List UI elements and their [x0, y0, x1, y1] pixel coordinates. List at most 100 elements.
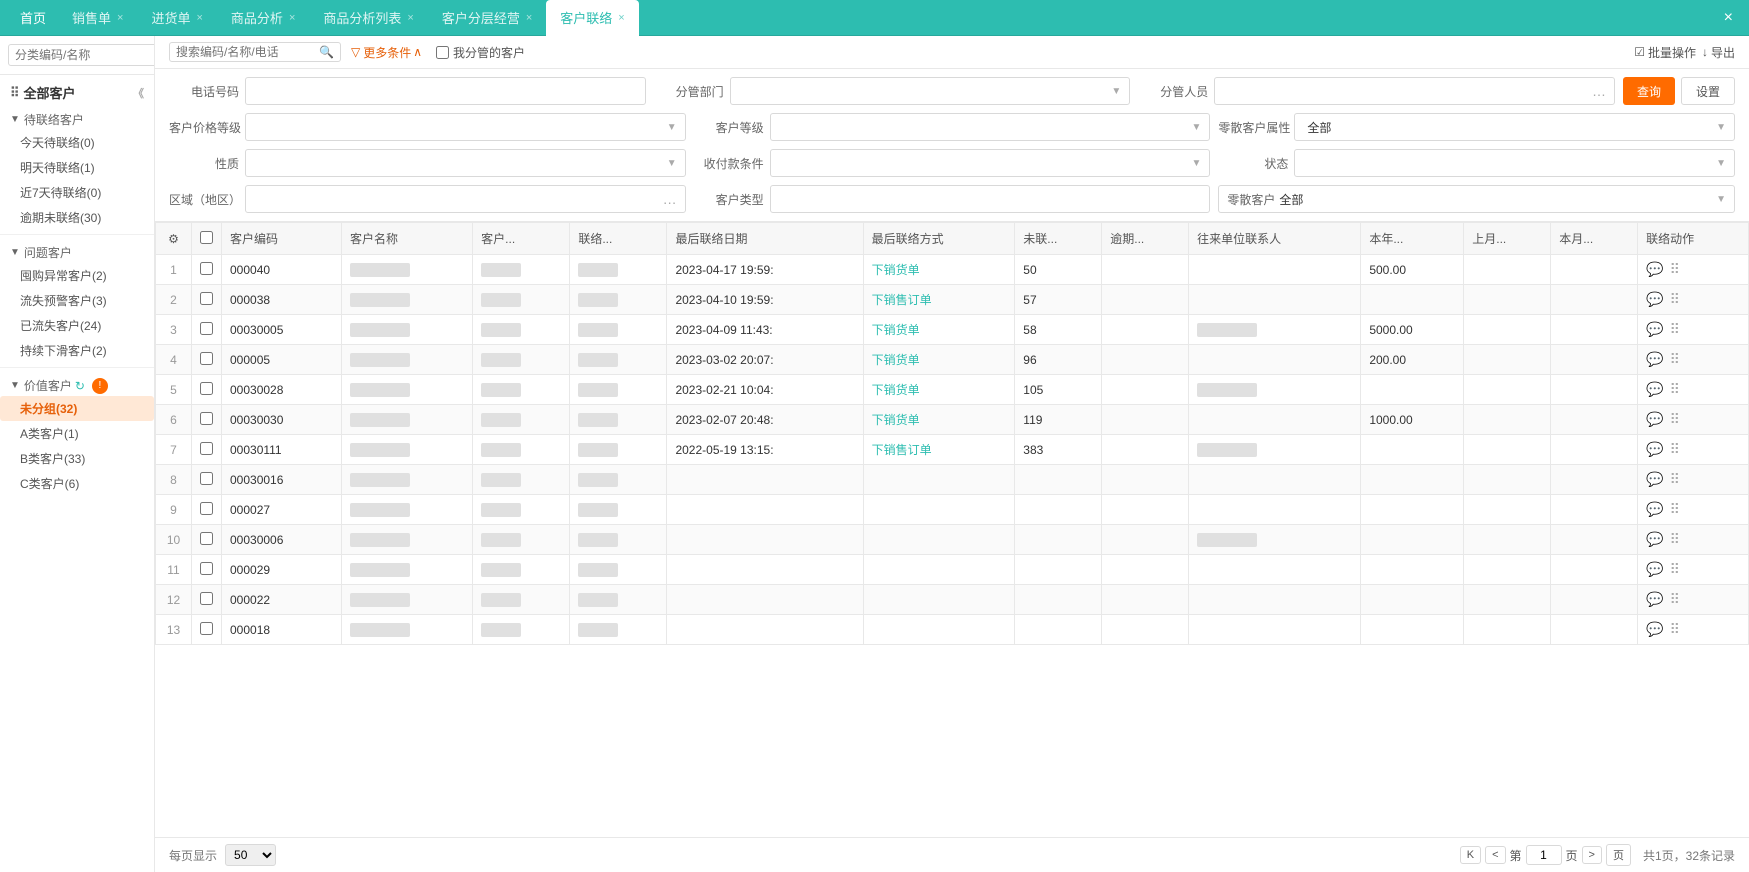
problem-customer-group[interactable]: ▼ 问题客户	[0, 239, 154, 263]
menu-icon[interactable]: ⠿	[1670, 381, 1680, 398]
chat-icon[interactable]: 💬	[1646, 411, 1663, 428]
row-checkbox[interactable]	[200, 352, 213, 365]
menu-icon[interactable]: ⠿	[1670, 411, 1680, 428]
chat-icon[interactable]: 💬	[1646, 441, 1663, 458]
manager-select[interactable]: …	[1214, 77, 1615, 105]
batch-op-button[interactable]: ☑ 批量操作	[1634, 44, 1696, 61]
chat-icon[interactable]: 💬	[1646, 291, 1663, 308]
query-button[interactable]: 查询	[1623, 77, 1675, 105]
chat-icon[interactable]: 💬	[1646, 351, 1663, 368]
row-checkbox[interactable]	[200, 442, 213, 455]
last-way-link[interactable]: 下销货单	[872, 413, 920, 427]
tab-product-analysis-close[interactable]: ×	[289, 12, 295, 24]
tab-sales-close[interactable]: ×	[117, 12, 123, 24]
menu-icon[interactable]: ⠿	[1670, 471, 1680, 488]
sidebar-item-b[interactable]: B类客户(33)	[0, 446, 154, 471]
my-customers-checkbox[interactable]	[436, 46, 449, 59]
sidebar-search-input[interactable]	[8, 44, 155, 66]
tab-purchase-close[interactable]: ×	[196, 12, 202, 24]
last-way-link[interactable]: 下销货单	[872, 353, 920, 367]
tab-close-all[interactable]: ×	[1716, 9, 1741, 27]
menu-icon[interactable]: ⠿	[1670, 351, 1680, 368]
tab-product-analysis[interactable]: 商品分析 ×	[217, 0, 309, 36]
tab-customer-tier-close[interactable]: ×	[526, 12, 532, 24]
row-checkbox[interactable]	[200, 292, 213, 305]
chat-icon[interactable]: 💬	[1646, 381, 1663, 398]
last-way-link[interactable]: 下销售订单	[872, 293, 932, 307]
tab-product-analysis-list-close[interactable]: ×	[407, 12, 413, 24]
menu-icon[interactable]: ⠿	[1670, 501, 1680, 518]
col-checkbox-all[interactable]	[192, 223, 222, 255]
phone-input[interactable]	[245, 77, 646, 105]
sidebar-item-overdue[interactable]: 逾期未联络(30)	[0, 205, 154, 230]
refresh-icon[interactable]: ↻	[75, 379, 89, 393]
chat-icon[interactable]: 💬	[1646, 501, 1663, 518]
dept-select[interactable]: ▼	[730, 77, 1131, 105]
pending-contact-group[interactable]: ▼ 待联络客户	[0, 106, 154, 130]
sidebar-item-lost[interactable]: 已流失客户(24)	[0, 313, 154, 338]
chat-icon[interactable]: 💬	[1646, 471, 1663, 488]
chat-icon[interactable]: 💬	[1646, 261, 1663, 278]
region-select[interactable]: …	[245, 185, 686, 213]
last-way-link[interactable]: 下销货单	[872, 383, 920, 397]
export-button[interactable]: ↓ 导出	[1702, 44, 1735, 61]
gender-select[interactable]: ▼	[245, 149, 686, 177]
menu-icon[interactable]: ⠿	[1670, 561, 1680, 578]
tab-sales[interactable]: 销售单 ×	[58, 0, 137, 36]
chat-icon[interactable]: 💬	[1646, 321, 1663, 338]
tab-purchase[interactable]: 进货单 ×	[137, 0, 216, 36]
row-checkbox[interactable]	[200, 322, 213, 335]
next-page-btn[interactable]: >	[1582, 846, 1602, 864]
select-all-checkbox[interactable]	[200, 231, 213, 244]
last-way-link[interactable]: 下销货单	[872, 323, 920, 337]
per-page-select[interactable]: 50 20 100	[225, 844, 276, 866]
price-level-select[interactable]: ▼	[245, 113, 686, 141]
tab-customer-contact-close[interactable]: ×	[618, 12, 624, 24]
sidebar-item-tomorrow[interactable]: 明天待联络(1)	[0, 155, 154, 180]
sidebar-all-customers[interactable]: ⠿ 全部客户 《	[0, 75, 154, 106]
payment-select[interactable]: ▼	[770, 149, 1211, 177]
prev-page-btn[interactable]: <	[1485, 846, 1505, 864]
menu-icon[interactable]: ⠿	[1670, 321, 1680, 338]
sidebar-item-near7[interactable]: 近7天待联络(0)	[0, 180, 154, 205]
row-checkbox[interactable]	[200, 382, 213, 395]
sidebar-item-abnormal[interactable]: 囤购异常客户(2)	[0, 263, 154, 288]
retail-attr-select[interactable]: 全部 ▼	[1294, 113, 1735, 141]
menu-icon[interactable]: ⠿	[1670, 261, 1680, 278]
search-button-icon[interactable]: 🔍	[319, 45, 334, 59]
first-page-btn[interactable]: K	[1460, 846, 1481, 864]
sidebar-item-persistent[interactable]: 持续下滑客户(2)	[0, 338, 154, 363]
row-checkbox[interactable]	[200, 532, 213, 545]
last-way-link[interactable]: 下销货单	[872, 263, 920, 277]
row-checkbox[interactable]	[200, 262, 213, 275]
row-checkbox[interactable]	[200, 622, 213, 635]
search-input[interactable]	[176, 45, 316, 59]
more-conditions-btn[interactable]: ▽ 更多条件 ∧	[351, 44, 422, 61]
chat-icon[interactable]: 💬	[1646, 591, 1663, 608]
menu-icon[interactable]: ⠿	[1670, 531, 1680, 548]
row-checkbox[interactable]	[200, 592, 213, 605]
cust-type-select[interactable]	[770, 185, 1211, 213]
cust-level-select[interactable]: ▼	[770, 113, 1211, 141]
reset-button[interactable]: 设置	[1681, 77, 1735, 105]
sidebar-item-c[interactable]: C类客户(6)	[0, 471, 154, 496]
row-checkbox[interactable]	[200, 472, 213, 485]
tab-customer-contact[interactable]: 客户联络 ×	[546, 0, 638, 36]
col-gear[interactable]: ⚙	[156, 223, 192, 255]
sidebar-item-a[interactable]: A类客户(1)	[0, 421, 154, 446]
sidebar-item-churn-risk[interactable]: 流失预警客户(3)	[0, 288, 154, 313]
value-customer-group[interactable]: ▼ 价值客户 ↻ !	[0, 372, 154, 396]
chat-icon[interactable]: 💬	[1646, 531, 1663, 548]
tab-product-analysis-list[interactable]: 商品分析列表 ×	[309, 0, 427, 36]
retail-select[interactable]: 零散客户 全部 ▼	[1218, 185, 1735, 213]
menu-icon[interactable]: ⠿	[1670, 621, 1680, 638]
last-way-link[interactable]: 下销售订单	[872, 443, 932, 457]
menu-icon[interactable]: ⠿	[1670, 441, 1680, 458]
sidebar-item-today[interactable]: 今天待联络(0)	[0, 130, 154, 155]
menu-icon[interactable]: ⠿	[1670, 291, 1680, 308]
row-checkbox[interactable]	[200, 502, 213, 515]
region-dots[interactable]: …	[663, 191, 677, 207]
menu-icon[interactable]: ⠿	[1670, 591, 1680, 608]
row-checkbox[interactable]	[200, 412, 213, 425]
last-page-btn[interactable]: 页	[1606, 844, 1631, 866]
